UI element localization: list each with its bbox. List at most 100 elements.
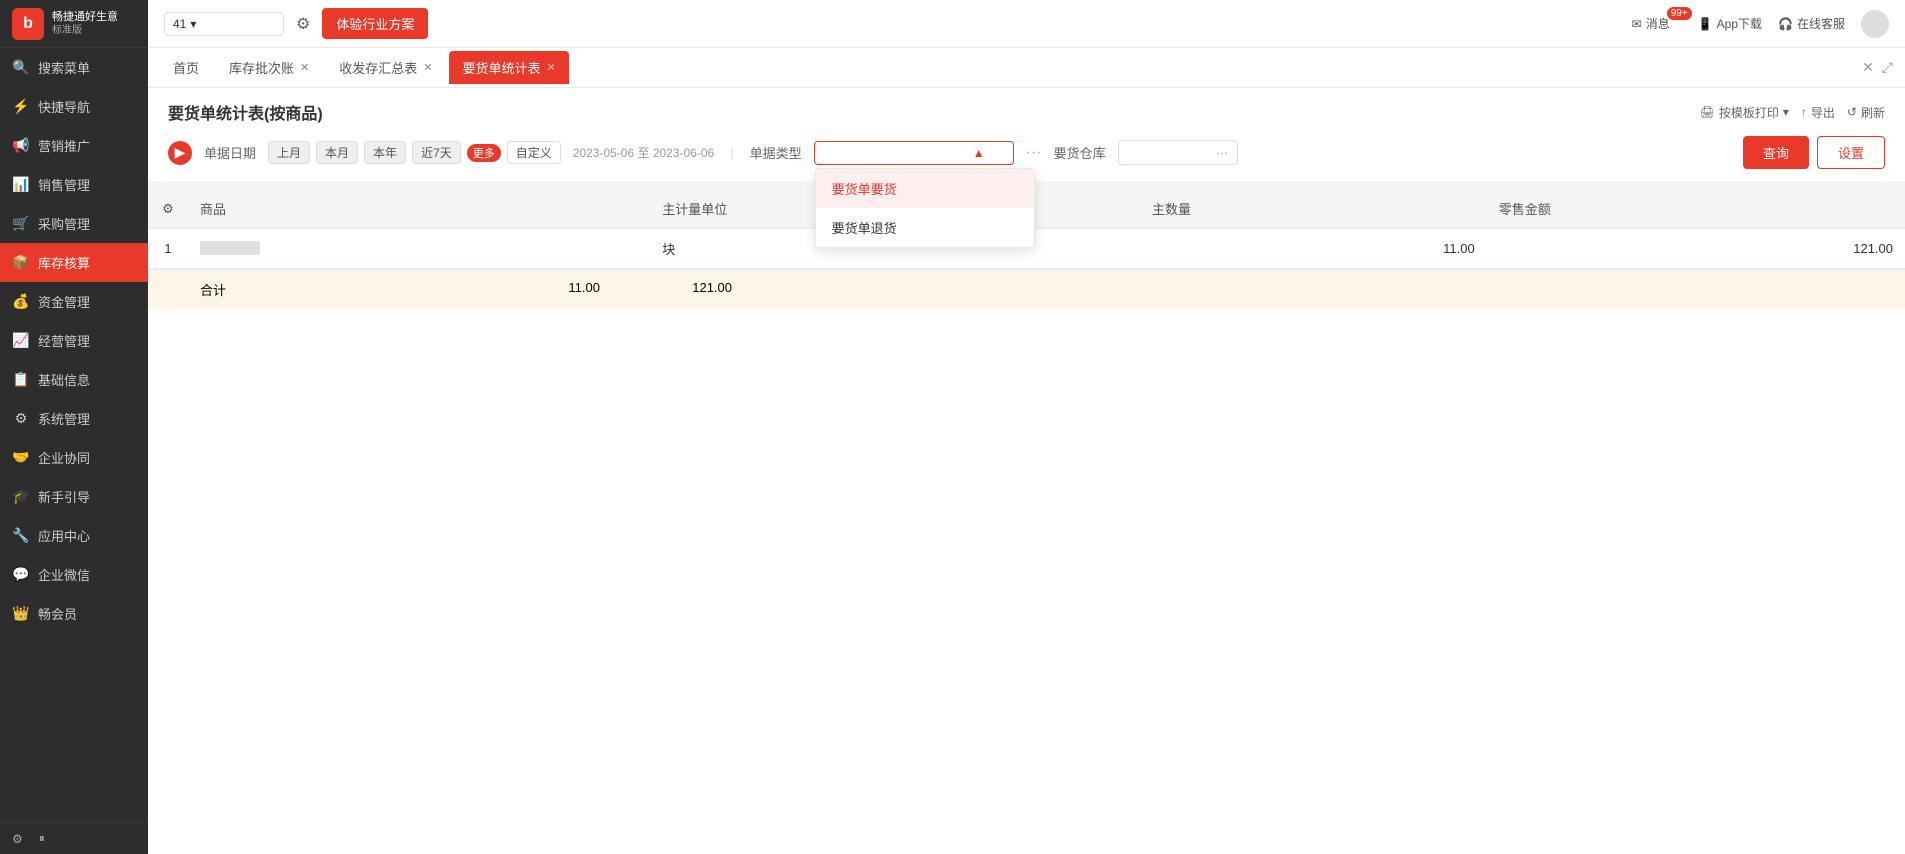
tab-close-icon[interactable]: ✕ [300, 61, 309, 74]
close-all-icon[interactable]: ✕ [1862, 59, 1874, 76]
vip-icon: 👑 [12, 605, 30, 622]
query-btn[interactable]: 查询 [1743, 136, 1809, 169]
sidebar-item-vip[interactable]: 👑 畅会员 [0, 594, 148, 633]
sidebar-item-operations[interactable]: 📈 经营管理 [0, 321, 148, 360]
sidebar-bottom: ⚙ ⏸ [0, 822, 148, 854]
tabs-bar: 首页 库存批次账 ✕ 收发存汇总表 ✕ 要货单统计表 ✕ ✕ ⤢ [148, 48, 1905, 88]
page-header-actions: 🖨 按模板打印 ▾ ↑ 导出 ↺ 刷新 [1700, 104, 1885, 121]
this-month-btn[interactable]: 本月 [316, 141, 358, 164]
settings-btn[interactable]: 设置 [1817, 136, 1885, 169]
product-name [200, 241, 260, 255]
sidebar-item-purchase[interactable]: 🛒 采购管理 [0, 204, 148, 243]
logo-text: 畅捷通好生意 标准版 [52, 10, 118, 37]
sidebar-item-enterprise[interactable]: 🤝 企业协同 [0, 438, 148, 477]
app-download-btn[interactable]: 📱 App下载 [1698, 15, 1762, 32]
enterprise-icon: 🤝 [12, 449, 30, 466]
footer-label: 合计 [200, 280, 360, 299]
gear-icon[interactable]: ⚙ [12, 832, 23, 846]
export-btn[interactable]: ↑ 导出 [1801, 104, 1835, 121]
search-icon: 🔍 [12, 59, 30, 76]
sidebar-item-app-center[interactable]: 🔧 应用中心 [0, 516, 148, 555]
logo-icon: b [12, 8, 44, 40]
wechat-icon: 💬 [12, 566, 30, 583]
col-product: 商品 [188, 189, 650, 229]
collapse-icon[interactable]: ⏸ [39, 831, 45, 846]
sidebar-item-search[interactable]: 🔍 搜索菜单 [0, 48, 148, 87]
sidebar-item-inventory[interactable]: 📦 库存核算 [0, 243, 148, 282]
footer-amount: 121.00 [612, 280, 732, 299]
last-7-days-btn[interactable]: 近7天 [412, 141, 461, 164]
filter-more-btn[interactable]: ··· [1026, 144, 1042, 162]
page-content: 要货单统计表(按商品) 🖨 按模板打印 ▾ ↑ 导出 ↺ 刷新 ▶ [148, 88, 1905, 854]
row-qty: 11.00 [1140, 229, 1487, 269]
date-shortcuts: 上月 本月 本年 近7天 更多 自定义 [268, 141, 561, 164]
option-order-return[interactable]: 要货单退货 [816, 208, 1034, 247]
message-btn[interactable]: ✉ 消息 99+ [1632, 15, 1682, 32]
warehouse-selector[interactable]: ··· [1118, 140, 1238, 165]
header-actions: ✉ 消息 99+ 📱 App下载 🎧 在线客服 [1632, 10, 1889, 38]
sidebar-item-marketing[interactable]: 📢 营销推广 [0, 126, 148, 165]
basic-info-icon: 📋 [12, 371, 30, 388]
print-btn[interactable]: 🖨 按模板打印 ▾ [1700, 104, 1789, 121]
message-icon: ✉ [1632, 17, 1642, 31]
tab-in-out-summary[interactable]: 收发存汇总表 ✕ [326, 51, 445, 84]
page-title: 要货单统计表(按商品) [168, 100, 323, 124]
app-center-icon: 🔧 [12, 527, 30, 544]
refresh-btn[interactable]: ↺ 刷新 [1847, 104, 1885, 121]
sidebar-item-guide[interactable]: 🎓 新手引导 [0, 477, 148, 516]
marketing-icon: 📢 [12, 137, 30, 154]
tab-close-icon[interactable]: ✕ [423, 61, 432, 74]
more-badge[interactable]: 更多 [467, 144, 501, 162]
this-year-btn[interactable]: 本年 [364, 141, 406, 164]
doc-type-label: 单据类型 [750, 143, 802, 162]
tab-order-summary[interactable]: 要货单统计表 ✕ [449, 51, 568, 84]
footer-qty: 11.00 [480, 280, 600, 299]
avatar[interactable] [1861, 10, 1889, 38]
divider: | [730, 145, 733, 160]
custom-btn[interactable]: 自定义 [507, 141, 561, 164]
tabs-actions: ✕ ⤢ [1862, 59, 1893, 76]
refresh-icon: ↺ [1847, 105, 1857, 119]
tab-home[interactable]: 首页 [160, 51, 212, 84]
chevron-up-icon: ▲ [973, 146, 985, 160]
col-settings[interactable]: ⚙ [148, 189, 188, 229]
expand-btn[interactable]: ▶ [168, 141, 192, 165]
sidebar-logo: b 畅捷通好生意 标准版 [0, 0, 148, 48]
purchase-icon: 🛒 [12, 215, 30, 232]
sidebar-item-wechat[interactable]: 💬 企业微信 [0, 555, 148, 594]
row-amount: 121.00 [1487, 229, 1905, 269]
main-area: 41 ▾ ⚙ 体验行业方案 ✉ 消息 99+ 📱 App下载 🎧 在线客服 [148, 0, 1905, 854]
sidebar-item-system[interactable]: ⚙ 系统管理 [0, 399, 148, 438]
maximize-icon[interactable]: ⤢ [1882, 59, 1893, 76]
sidebar: b 畅捷通好生意 标准版 🔍 搜索菜单 ⚡ 快捷导航 📢 营销推广 📊 销售管理… [0, 0, 148, 854]
option-order-request[interactable]: 要货单要货 [816, 169, 1034, 208]
doc-type-selector[interactable]: ▲ 要货单要货 要货单退货 [814, 141, 1014, 165]
tab-inventory-batch[interactable]: 库存批次账 ✕ [216, 51, 322, 84]
store-selector[interactable]: 41 ▾ [164, 12, 284, 36]
tab-close-icon[interactable]: ✕ [547, 61, 556, 74]
export-icon: ↑ [1801, 105, 1807, 119]
phone-icon: 📱 [1698, 17, 1713, 31]
date-range: 2023-05-06 至 2023-06-06 [573, 144, 714, 161]
doc-type-dropdown: 要货单要货 要货单退货 [815, 168, 1035, 248]
message-badge: 99+ [1667, 7, 1692, 20]
finance-icon: 💰 [12, 293, 30, 310]
chevron-down-icon: ▾ [190, 17, 196, 31]
sidebar-item-quick-nav[interactable]: ⚡ 快捷导航 [0, 87, 148, 126]
chevron-down-icon: ▾ [1783, 105, 1789, 119]
sidebar-nav: 🔍 搜索菜单 ⚡ 快捷导航 📢 营销推广 📊 销售管理 🛒 采购管理 📦 库存核… [0, 48, 148, 822]
industry-btn[interactable]: 体验行业方案 [322, 8, 428, 39]
lightning-icon: ⚡ [12, 98, 30, 115]
warehouse-label: 要货仓库 [1054, 143, 1106, 162]
settings-icon[interactable]: ⚙ [296, 14, 310, 34]
guide-icon: 🎓 [12, 488, 30, 505]
headset-icon: 🎧 [1778, 17, 1793, 31]
row-index: 1 [148, 229, 188, 269]
sales-icon: 📊 [12, 176, 30, 193]
sidebar-item-finance[interactable]: 💰 资金管理 [0, 282, 148, 321]
sidebar-item-basic-info[interactable]: 📋 基础信息 [0, 360, 148, 399]
row-product [188, 229, 650, 269]
last-month-btn[interactable]: 上月 [268, 141, 310, 164]
online-service-btn[interactable]: 🎧 在线客服 [1778, 15, 1845, 32]
sidebar-item-sales[interactable]: 📊 销售管理 [0, 165, 148, 204]
